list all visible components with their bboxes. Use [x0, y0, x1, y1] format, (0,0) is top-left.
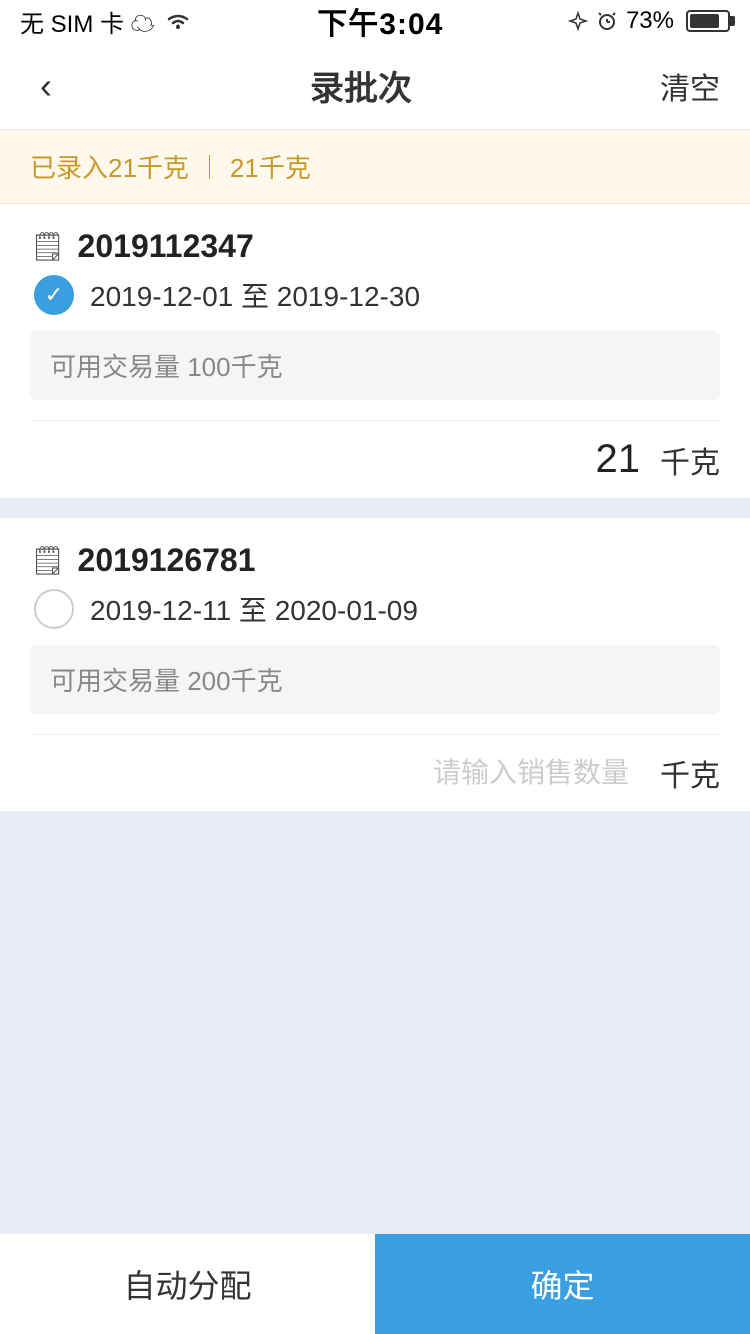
- nav-bar: ‹ 录批次 清空: [0, 42, 750, 130]
- radio-button-2[interactable]: [34, 589, 74, 629]
- batch-item-2: 🗒 2019126781 2019-12-11 至 2020-01-09 可用交…: [0, 518, 750, 811]
- recorded-amount-label: 已录入21千克: [30, 148, 189, 185]
- quantity-input-row-2[interactable]: 千克: [30, 734, 720, 811]
- wifi-icon: [163, 10, 193, 32]
- availability-text-1: 可用交易量 100千克: [50, 352, 283, 382]
- section-divider-2: [0, 811, 750, 1291]
- location-icon: [568, 11, 588, 31]
- batch-date-1: 2019-12-01 至 2019-12-30: [90, 275, 420, 315]
- status-left: 无 SIM 卡 ☁: [20, 4, 193, 39]
- status-bar: 无 SIM 卡 ☁ 下午3:04 73%: [0, 0, 750, 42]
- bottom-buttons: 自动分配 确定: [0, 1234, 750, 1334]
- batch-icon-2: 🗒: [30, 544, 66, 577]
- battery-icon: [686, 10, 730, 32]
- clear-button[interactable]: 清空: [660, 64, 720, 108]
- batch-header-2: 🗒 2019126781: [30, 542, 720, 579]
- quantity-row-1: 21 千克: [30, 420, 720, 498]
- batch-date-row-1[interactable]: ✓ 2019-12-01 至 2019-12-30: [30, 275, 720, 315]
- status-time: 下午3:04: [317, 0, 443, 43]
- batch-icon-1: 🗒: [30, 230, 66, 263]
- no-sim-text: 无 SIM 卡 ☁: [20, 4, 155, 39]
- batch-id-1: 2019112347: [78, 228, 254, 265]
- page-title: 录批次: [310, 61, 412, 110]
- availability-box-2: 可用交易量 200千克: [30, 645, 720, 714]
- availability-text-2: 可用交易量 200千克: [50, 666, 283, 696]
- batch-item-1: 🗒 2019112347 ✓ 2019-12-01 至 2019-12-30 可…: [0, 204, 750, 498]
- alarm-icon: [596, 10, 618, 32]
- info-banner: 已录入21千克 21千克: [0, 130, 750, 204]
- check-icon-1: ✓: [45, 282, 63, 308]
- availability-box-1: 可用交易量 100千克: [30, 331, 720, 400]
- batch-header-1: 🗒 2019112347: [30, 228, 720, 265]
- status-right: 73%: [568, 7, 730, 35]
- quantity-value-1: 21: [596, 437, 641, 482]
- quantity-input-2[interactable]: [30, 757, 644, 789]
- recorded-amount-value: 21千克: [230, 148, 311, 185]
- confirm-button[interactable]: 确定: [375, 1234, 750, 1334]
- batch-date-2: 2019-12-11 至 2020-01-09: [90, 589, 418, 629]
- back-button[interactable]: ‹: [30, 55, 62, 117]
- batch-id-2: 2019126781: [78, 542, 256, 579]
- radio-button-1[interactable]: ✓: [34, 275, 74, 315]
- battery-percent: 73%: [626, 7, 674, 35]
- quantity-unit-1: 千克: [660, 438, 720, 482]
- batch-date-row-2[interactable]: 2019-12-11 至 2020-01-09: [30, 589, 720, 629]
- auto-distribute-button[interactable]: 自动分配: [0, 1234, 375, 1334]
- quantity-unit-2: 千克: [660, 751, 720, 795]
- info-divider: [209, 155, 210, 179]
- section-divider-1: [0, 498, 750, 518]
